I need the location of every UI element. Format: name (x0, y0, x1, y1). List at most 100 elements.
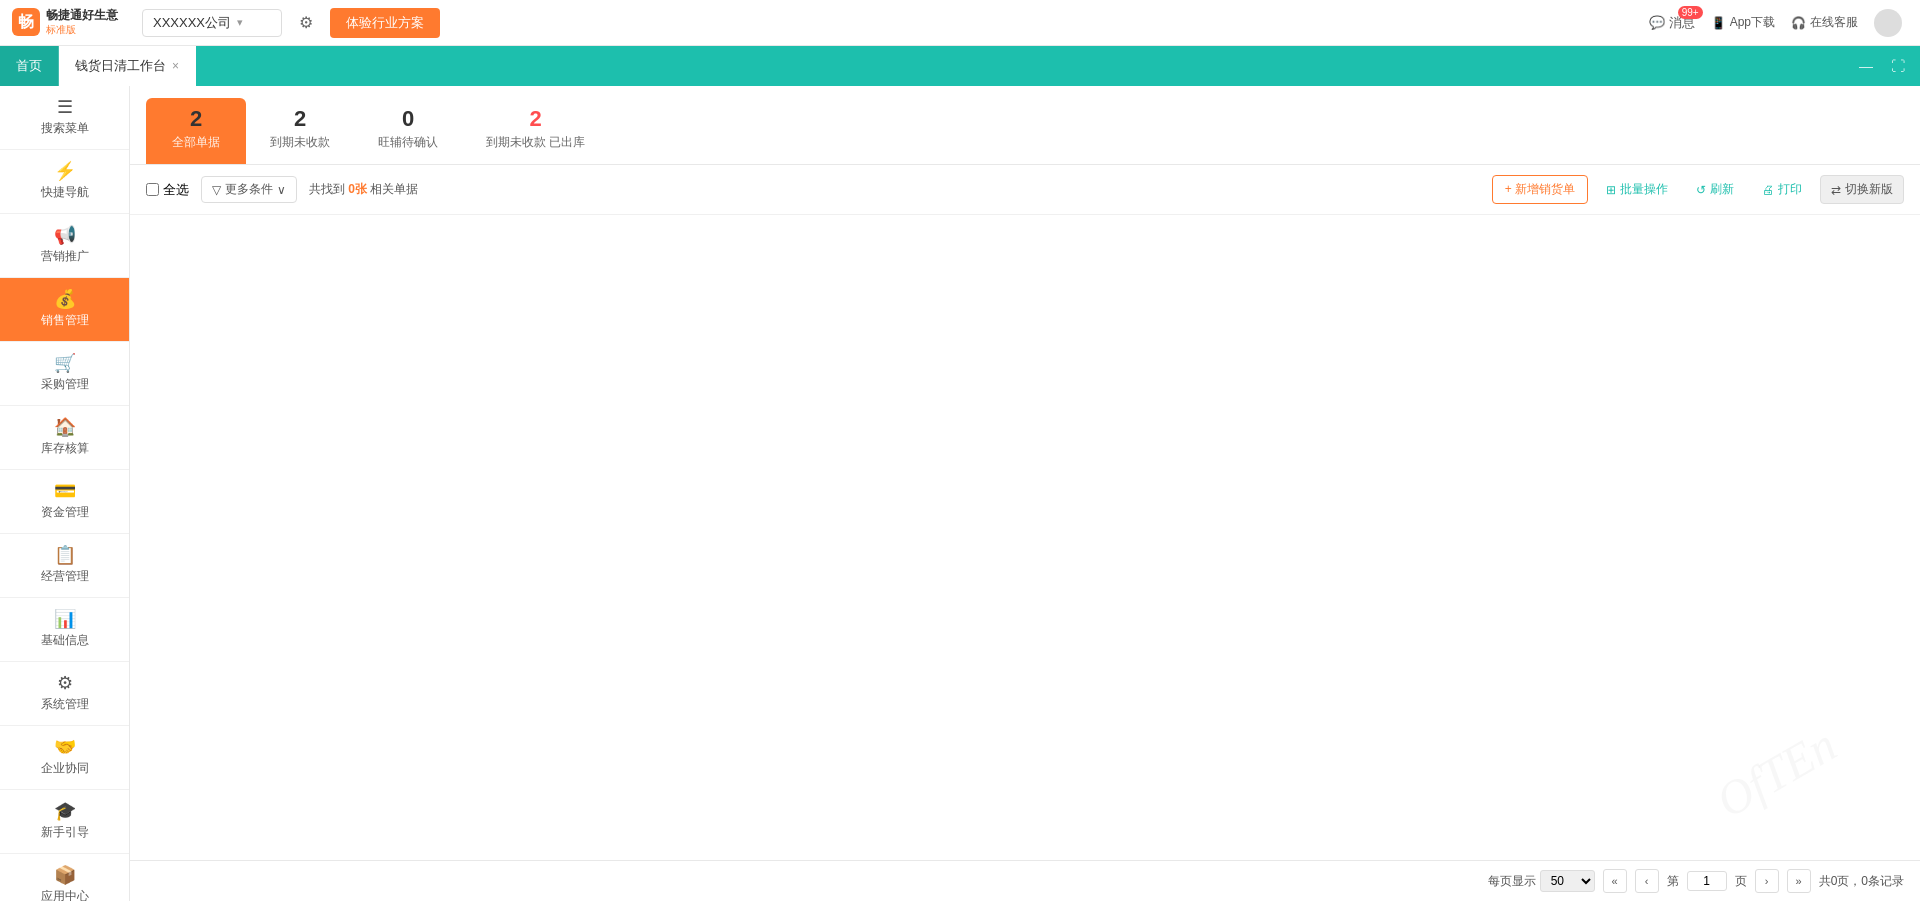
pagination: 每页显示 50 10 20 100 « ‹ 第 页 › » 共0页，0条记录 (130, 860, 1920, 901)
sidebar-label-marketing: 营销推广 (41, 248, 89, 265)
appstore-icon: 📦 (54, 866, 76, 884)
purchase-icon: 🛒 (54, 354, 76, 372)
sidebar-label-operations: 经营管理 (41, 568, 89, 585)
company-name: XXXXXX公司 (153, 14, 231, 32)
switch-label: 切换新版 (1845, 181, 1893, 198)
online-service-label: 在线客服 (1810, 14, 1858, 31)
current-page-input[interactable] (1687, 871, 1727, 891)
add-sales-order-button[interactable]: + 新增销货单 (1492, 175, 1588, 204)
found-count: 0张 (348, 182, 367, 196)
refresh-label: 刷新 (1710, 181, 1734, 198)
select-all-checkbox[interactable]: 全选 (146, 181, 189, 199)
sidebar-item-appstore[interactable]: 📦 应用中心 (0, 854, 129, 901)
sidebar-item-quicknav[interactable]: ⚡ 快捷导航 (0, 150, 129, 214)
per-page-select[interactable]: 50 10 20 100 (1540, 870, 1595, 892)
first-page-button[interactable]: « (1603, 869, 1627, 893)
sidebar-item-search[interactable]: ☰ 搜索菜单 (0, 86, 129, 150)
sidebar-label-basics: 基础信息 (41, 632, 89, 649)
sidebar-item-system[interactable]: ⚙ 系统管理 (0, 662, 129, 726)
refresh-icon: ↺ (1696, 183, 1706, 197)
page-prefix-label: 第 (1667, 873, 1679, 890)
sidebar-item-finance[interactable]: 💳 资金管理 (0, 470, 129, 534)
sidebar-item-operations[interactable]: 📋 经营管理 (0, 534, 129, 598)
online-service-link[interactable]: 🎧 在线客服 (1791, 14, 1858, 31)
toolbar-right: + 新增销货单 ⊞ 批量操作 ↺ 刷新 🖨 打印 ⇄ 切换新版 (1492, 175, 1904, 204)
tab-home[interactable]: 首页 (0, 46, 59, 86)
stat-tab-wangfu[interactable]: 0 旺辅待确认 (354, 98, 462, 164)
service-icon: 🎧 (1791, 16, 1806, 30)
sidebar-item-cooperation[interactable]: 🤝 企业协同 (0, 726, 129, 790)
sidebar-label-sales: 销售管理 (41, 312, 89, 329)
batch-operation-button[interactable]: ⊞ 批量操作 (1596, 176, 1678, 203)
system-icon: ⚙ (57, 674, 73, 692)
nav-tabs: 首页 钱货日清工作台 × — ⛶ (0, 46, 1920, 86)
print-icon: 🖨 (1762, 183, 1774, 197)
user-avatar-area[interactable] (1874, 9, 1908, 37)
close-tab-icon[interactable]: × (172, 59, 179, 73)
app-download-link[interactable]: 📱 App下载 (1711, 14, 1775, 31)
sidebar-item-purchase[interactable]: 🛒 采购管理 (0, 342, 129, 406)
toolbar-left: 全选 ▽ 更多条件 ∨ 共找到 0张 相关单据 (146, 176, 1480, 203)
message-area[interactable]: 💬 消息 99+ (1649, 14, 1695, 32)
per-page-label: 每页显示 (1488, 873, 1536, 890)
operations-icon: 📋 (54, 546, 76, 564)
logo-icon: 畅 (12, 8, 40, 36)
batch-icon: ⊞ (1606, 183, 1616, 197)
nav-tabs-right: — ⛶ (1852, 52, 1920, 80)
sidebar-label-system: 系统管理 (41, 696, 89, 713)
guide-icon: 🎓 (54, 802, 76, 820)
tab-home-label: 首页 (16, 57, 42, 75)
stat-tab-shipped[interactable]: 2 到期未收款 已出库 (462, 98, 609, 164)
sidebar-label-inventory: 库存核算 (41, 440, 89, 457)
batch-label: 批量操作 (1620, 181, 1668, 198)
top-header: 畅 畅捷通好生意 标准版 XXXXXX公司 ▾ ⚙ 体验行业方案 💬 消息 99… (0, 0, 1920, 46)
page-total: 共0页，0条记录 (1819, 873, 1904, 890)
refresh-button[interactable]: ↺ 刷新 (1686, 176, 1744, 203)
finance-icon: 💳 (54, 482, 76, 500)
select-all-input[interactable] (146, 183, 159, 196)
stats-tabs: 2 全部单据 2 到期未收款 0 旺辅待确认 2 到期未收款 已出库 (130, 86, 1920, 165)
sidebar-label-cooperation: 企业协同 (41, 760, 89, 777)
message-icon: 💬 (1649, 15, 1665, 30)
stat-label-wangfu: 旺辅待确认 (378, 134, 438, 151)
sidebar-label-guide: 新手引导 (41, 824, 89, 841)
found-text: 共找到 0张 相关单据 (309, 181, 418, 198)
logo-main-text: 畅捷通好生意 (46, 8, 118, 22)
sidebar-item-sales[interactable]: 💰 销售管理 (0, 278, 129, 342)
print-button[interactable]: 🖨 打印 (1752, 176, 1812, 203)
company-dropdown-arrow: ▾ (237, 16, 243, 29)
switch-version-button[interactable]: ⇄ 切换新版 (1820, 175, 1904, 204)
sales-icon: 💰 (54, 290, 76, 308)
app-icon: 📱 (1711, 16, 1726, 30)
sidebar-item-inventory[interactable]: 🏠 库存核算 (0, 406, 129, 470)
filter-icon: ▽ (212, 183, 221, 197)
sidebar-item-guide[interactable]: 🎓 新手引导 (0, 790, 129, 854)
company-selector[interactable]: XXXXXX公司 ▾ (142, 9, 282, 37)
watermark: OfTEn (1707, 717, 1845, 829)
trial-button[interactable]: 体验行业方案 (330, 8, 440, 38)
next-page-button[interactable]: › (1755, 869, 1779, 893)
print-label: 打印 (1778, 181, 1802, 198)
prev-page-button[interactable]: ‹ (1635, 869, 1659, 893)
found-prefix: 共找到 (309, 182, 345, 196)
filter-arrow-icon: ∨ (277, 183, 286, 197)
search-menu-icon: ☰ (57, 98, 73, 116)
tab-workbench-label: 钱货日清工作台 (75, 57, 166, 75)
logo-sub-text: 标准版 (46, 23, 118, 37)
stat-tab-overdue[interactable]: 2 到期未收款 (246, 98, 354, 164)
header-right: 💬 消息 99+ 📱 App下载 🎧 在线客服 (1649, 9, 1908, 37)
sidebar-item-marketing[interactable]: 📢 营销推广 (0, 214, 129, 278)
sidebar-item-basics[interactable]: 📊 基础信息 (0, 598, 129, 662)
stat-label-shipped: 到期未收款 已出库 (486, 134, 585, 151)
stat-count-wangfu: 0 (402, 106, 414, 132)
minimize-button[interactable]: — (1852, 52, 1880, 80)
more-filters-button[interactable]: ▽ 更多条件 ∨ (201, 176, 297, 203)
logo-area: 畅 畅捷通好生意 标准版 (12, 8, 142, 36)
tab-workbench[interactable]: 钱货日清工作台 × (59, 46, 196, 86)
sidebar-label-search: 搜索菜单 (41, 120, 89, 137)
stat-tab-all[interactable]: 2 全部单据 (146, 98, 246, 164)
maximize-button[interactable]: ⛶ (1884, 52, 1912, 80)
main-layout: ☰ 搜索菜单 ⚡ 快捷导航 📢 营销推广 💰 销售管理 🛒 采购管理 🏠 库存核… (0, 86, 1920, 901)
settings-icon[interactable]: ⚙ (290, 7, 322, 39)
last-page-button[interactable]: » (1787, 869, 1811, 893)
